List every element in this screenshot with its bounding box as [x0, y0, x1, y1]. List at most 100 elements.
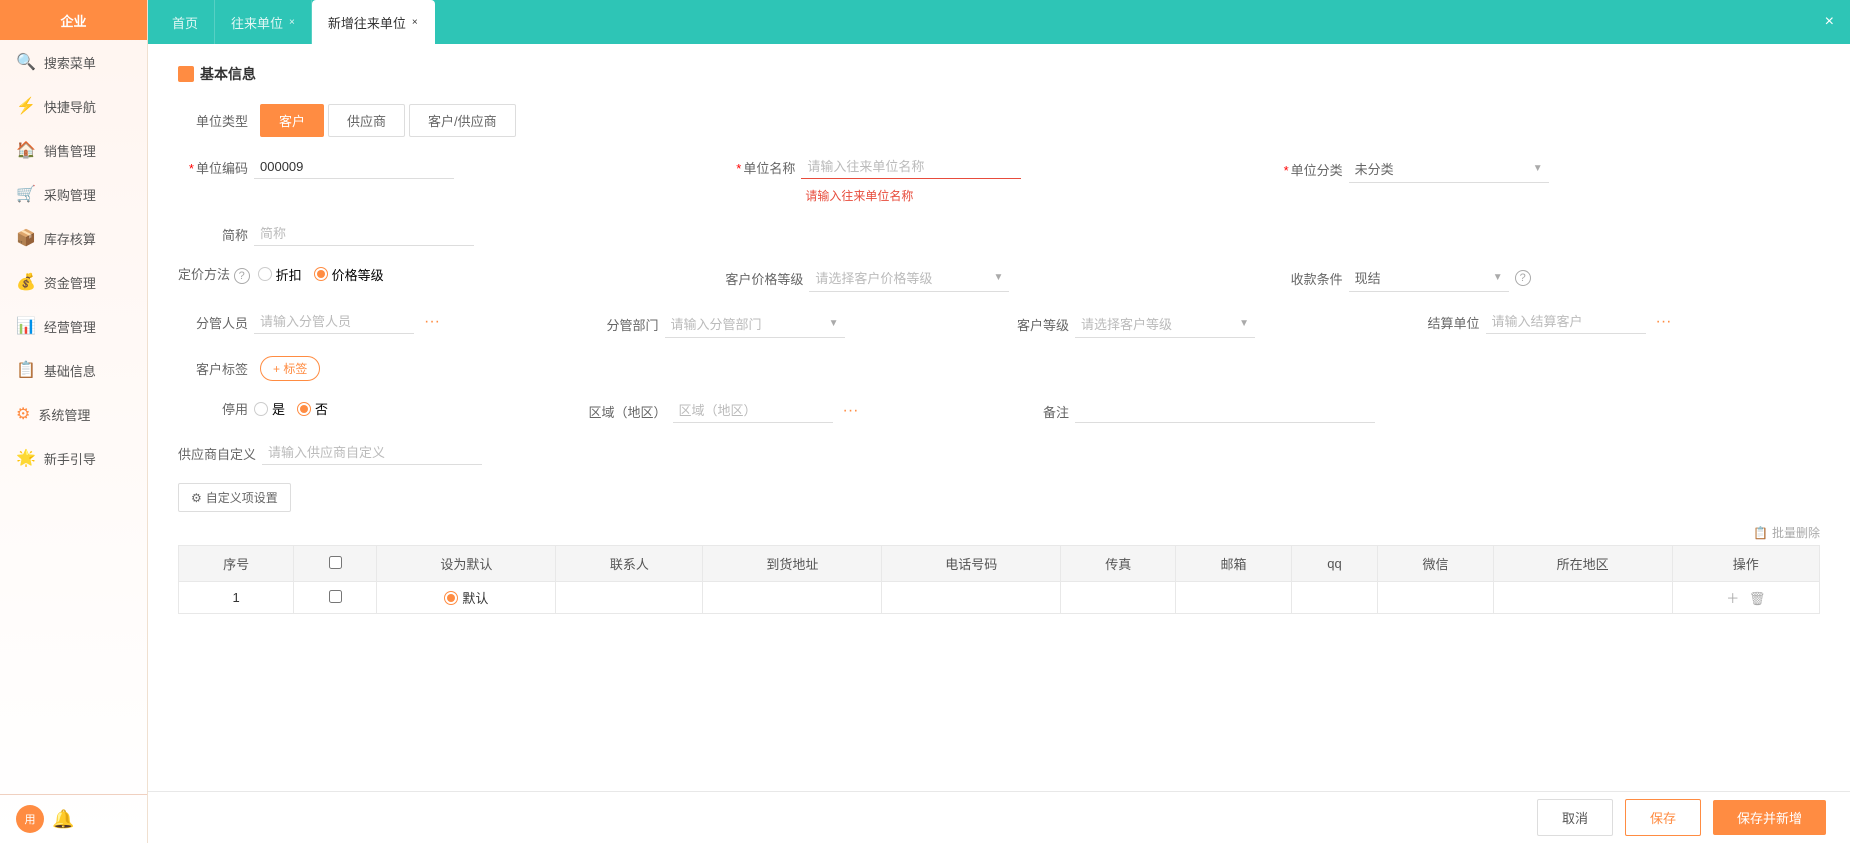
customer-level-label: 客户等级 — [999, 315, 1069, 334]
sidebar-bottom: 用 🔔 — [0, 794, 147, 843]
manager-more-btn[interactable]: ··· — [420, 313, 444, 331]
sidebar-item-system[interactable]: ⚙ 系统管理 — [0, 392, 147, 436]
col-fax: 传真 — [1061, 546, 1176, 582]
tab-partners[interactable]: 往来单位 × — [215, 0, 312, 44]
sidebar-item-label: 搜索菜单 — [44, 53, 96, 72]
cell-seq: 1 — [179, 582, 294, 614]
quick-nav-icon: ⚡ — [16, 96, 36, 116]
pricing-help-icon[interactable]: ? — [234, 268, 250, 284]
unit-type-supplier-btn[interactable]: 供应商 — [328, 104, 405, 137]
notifications-icon[interactable]: 🔔 — [52, 809, 74, 830]
inventory-icon: 📦 — [16, 228, 36, 248]
cell-region — [1493, 582, 1672, 614]
main-area: 首页 往来单位 × 新增往来单位 × × 基本信息 单位类型 客户 供应商 — [148, 0, 1850, 843]
form-content: 基本信息 单位类型 客户 供应商 客户/供应商 单位编码 — [148, 44, 1850, 791]
unit-category-arrow: ▼ — [1533, 163, 1543, 174]
settlement-unit-more-btn[interactable]: ··· — [1652, 313, 1676, 331]
row-default-label: 默认 — [462, 588, 488, 607]
radio-discount-label: 折扣 — [276, 265, 302, 284]
settlement-unit-label: 结算单位 — [1410, 313, 1480, 332]
bulk-delete-area: 📋 批量删除 — [178, 524, 1820, 541]
customer-tag-row: 客户标签 + 标签 — [178, 356, 1820, 381]
sidebar-item-purchase[interactable]: 🛒 采购管理 — [0, 172, 147, 216]
sidebar-item-label: 基础信息 — [44, 361, 96, 380]
sidebar-item-basics[interactable]: 📋 基础信息 — [0, 348, 147, 392]
sidebar-item-finance[interactable]: 💰 资金管理 — [0, 260, 147, 304]
short-name-input[interactable] — [254, 222, 474, 246]
manager-row: 分管人员 ··· 分管部门 请输入分管部门 ▼ 客户等级 请选择客户等级 ▼ — [178, 310, 1820, 338]
radio-disabled-no[interactable]: 否 — [297, 399, 328, 418]
tab-new-partner[interactable]: 新增往来单位 × — [312, 0, 435, 44]
payment-terms-help-icon[interactable]: ? — [1515, 270, 1531, 286]
customer-price-level-select[interactable]: 请选择客户价格等级 ▼ — [809, 264, 1009, 292]
custom-settings-row: ⚙ 自定义项设置 — [178, 483, 1820, 512]
col-contact: 联系人 — [556, 546, 703, 582]
col-qq: qq — [1291, 546, 1378, 582]
unit-type-customer-btn[interactable]: 客户 — [260, 104, 324, 137]
sidebar-item-label: 销售管理 — [44, 141, 96, 160]
sidebar-item-search[interactable]: 🔍 搜索菜单 — [0, 40, 147, 84]
save-new-button[interactable]: 保存并新增 — [1713, 800, 1826, 835]
sidebar-item-inventory[interactable]: 📦 库存核算 — [0, 216, 147, 260]
region-label: 区域（地区） — [589, 402, 667, 421]
add-tag-btn[interactable]: + 标签 — [260, 356, 320, 381]
short-name-row: 简称 — [178, 222, 1820, 246]
gear-icon: ⚙ — [191, 491, 202, 505]
department-select[interactable]: 请输入分管部门 ▼ — [665, 310, 845, 338]
bulk-delete-label[interactable]: 批量删除 — [1772, 524, 1820, 541]
department-arrow: ▼ — [829, 318, 839, 329]
sidebar-item-label: 快捷导航 — [44, 97, 96, 116]
cell-contact — [556, 582, 703, 614]
manager-input[interactable] — [254, 310, 414, 334]
sidebar-item-guide[interactable]: 🌟 新手引导 — [0, 436, 147, 480]
tab-new-partner-close[interactable]: × — [412, 17, 418, 28]
sidebar-item-operations[interactable]: 📊 经营管理 — [0, 304, 147, 348]
row-checkbox[interactable] — [329, 590, 342, 603]
region-more-btn[interactable]: ··· — [839, 402, 863, 420]
unit-category-select[interactable]: 未分类 ▼ — [1349, 155, 1549, 183]
sales-icon: 🏠 — [16, 140, 36, 160]
tab-partners-close[interactable]: × — [289, 17, 295, 28]
radio-disabled-yes[interactable]: 是 — [254, 399, 285, 418]
sidebar-item-sales[interactable]: 🏠 销售管理 — [0, 128, 147, 172]
remark-input[interactable] — [1075, 399, 1375, 423]
col-default: 设为默认 — [377, 546, 556, 582]
customer-price-level-arrow: ▼ — [993, 272, 1003, 283]
system-icon: ⚙ — [16, 404, 30, 424]
department-label: 分管部门 — [589, 315, 659, 334]
payment-terms-select[interactable]: 现结 ▼ — [1349, 264, 1509, 292]
customer-level-placeholder: 请选择客户等级 — [1081, 314, 1235, 333]
delete-row-btn[interactable]: 🗑 — [1749, 591, 1766, 606]
table-header-row: 序号 设为默认 联系人 到货地址 电话号码 传真 邮箱 qq 微信 所在地区 操… — [179, 546, 1820, 582]
settlement-unit-input[interactable] — [1486, 310, 1646, 334]
payment-terms-value: 现结 — [1355, 268, 1489, 287]
unit-name-input[interactable] — [801, 155, 1021, 179]
unit-code-label: 单位编码 — [178, 158, 248, 177]
row-default-radio-circle — [444, 591, 458, 605]
purchase-icon: 🛒 — [16, 184, 36, 204]
main-close-button[interactable]: × — [1817, 13, 1842, 31]
radio-price-level[interactable]: 价格等级 — [314, 265, 384, 284]
save-button[interactable]: 保存 — [1625, 799, 1701, 836]
customer-level-select[interactable]: 请选择客户等级 ▼ — [1075, 310, 1255, 338]
payment-terms-label: 收款条件 — [1273, 269, 1343, 288]
select-all-checkbox[interactable] — [329, 556, 342, 569]
row-default-radio[interactable]: 默认 — [387, 588, 545, 607]
basics-icon: 📋 — [16, 360, 36, 380]
supplier-custom-label: 供应商自定义 — [178, 444, 256, 463]
tab-home[interactable]: 首页 — [156, 0, 215, 44]
cell-fax — [1061, 582, 1176, 614]
add-row-btn[interactable]: ＋ — [1726, 591, 1739, 606]
tab-partners-label: 往来单位 — [231, 13, 283, 32]
unit-code-input[interactable] — [254, 155, 454, 179]
code-name-category-row: 单位编码 单位名称 请输入往来单位名称 单位分类 未分类 ▼ — [178, 155, 1820, 204]
unit-type-both-btn[interactable]: 客户/供应商 — [409, 104, 516, 137]
supplier-custom-input[interactable] — [262, 441, 482, 465]
region-input[interactable] — [673, 399, 833, 423]
radio-discount[interactable]: 折扣 — [258, 265, 302, 284]
sidebar-item-label: 系统管理 — [38, 405, 90, 424]
custom-settings-btn[interactable]: ⚙ 自定义项设置 — [178, 483, 291, 512]
sidebar-item-quick-nav[interactable]: ⚡ 快捷导航 — [0, 84, 147, 128]
cancel-button[interactable]: 取消 — [1537, 799, 1613, 836]
sidebar-item-label: 资金管理 — [44, 273, 96, 292]
